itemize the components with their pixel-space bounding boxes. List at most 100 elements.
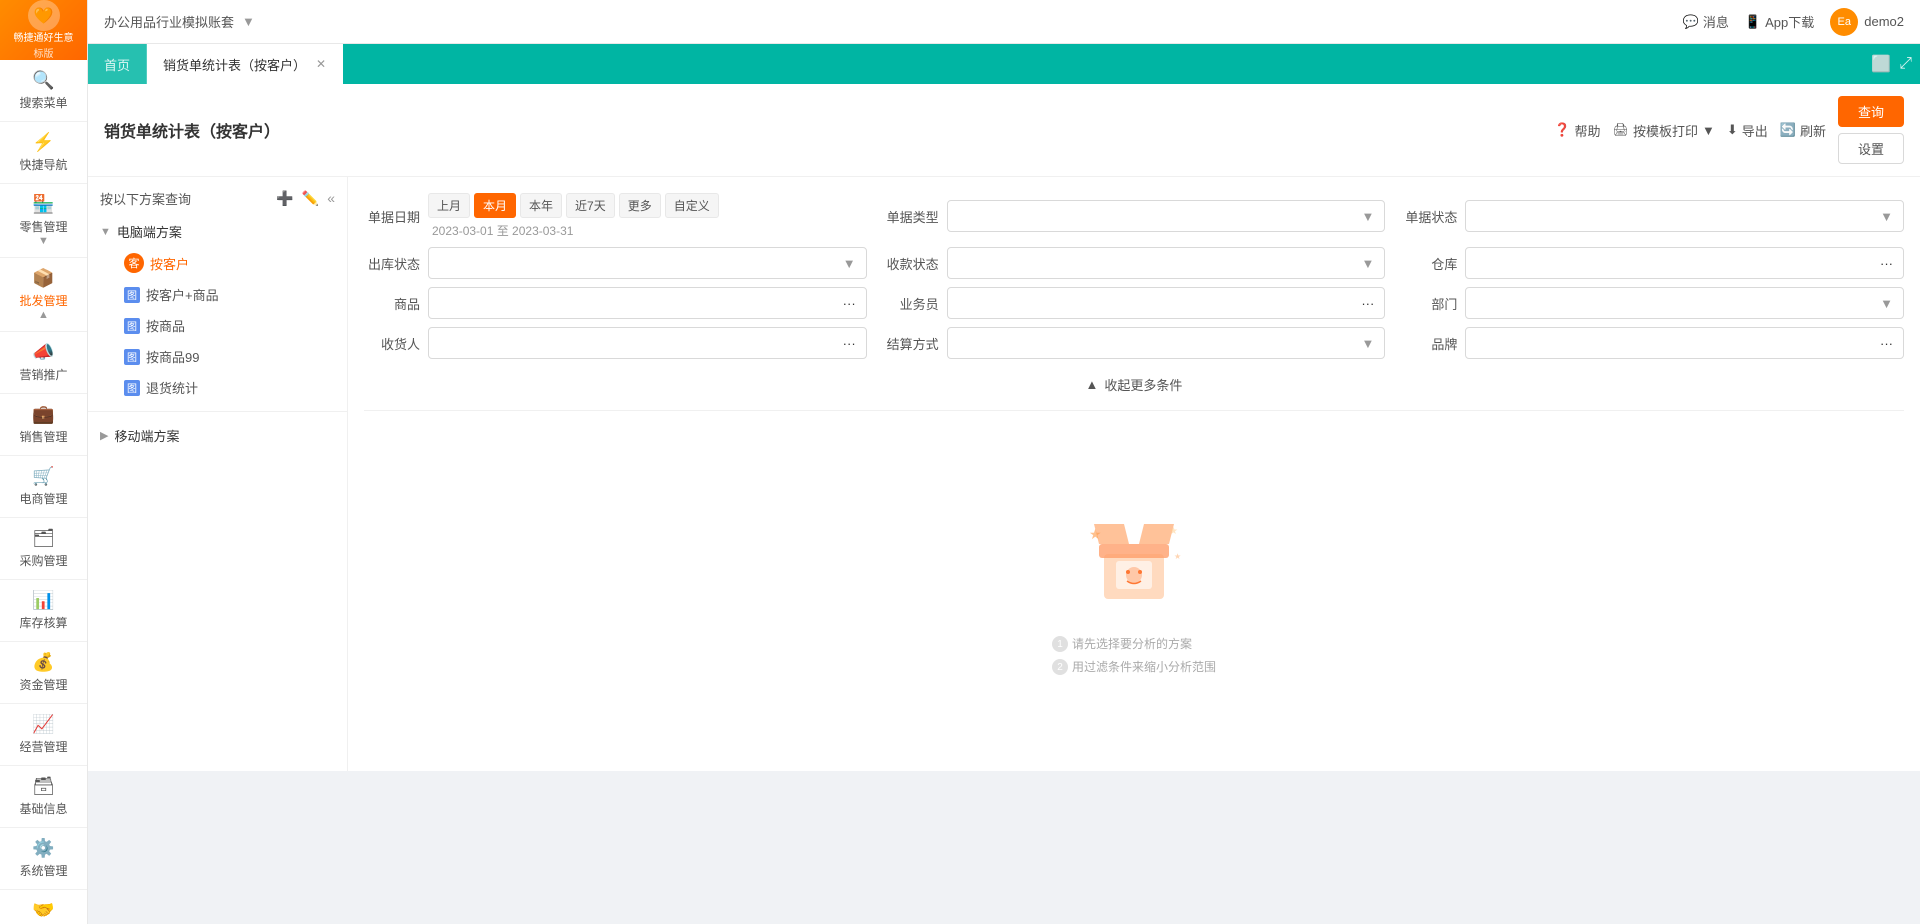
sidebar-item-purchase[interactable]: 🗂 采购管理 (0, 518, 88, 580)
avatar: Ea (1830, 8, 1858, 36)
status-control[interactable]: ▼ (1465, 200, 1904, 232)
tab-home[interactable]: 首页 (88, 44, 147, 84)
type-dropdown-icon: ▼ (1361, 209, 1374, 224)
warehouse-filter-item: 仓库 ··· (1401, 247, 1904, 279)
purchase-icon: 🗂 (32, 528, 55, 549)
tab-bar-actions: ⬜ ⤢ (1871, 54, 1920, 74)
svg-text:★: ★ (1089, 526, 1102, 542)
app-name: 畅捷通好生意 (14, 33, 74, 45)
sidebar-item-search[interactable]: 🔍 搜索菜单 (0, 60, 88, 122)
content-divider (364, 410, 1904, 411)
print-label: 按模板打印 (1633, 121, 1698, 140)
left-panel-action-group: ➕ ✏️ « (276, 190, 335, 207)
tab-bar: 首页 销货单统计表（按客户） ✕ ⬜ ⤢ (88, 44, 1920, 84)
sidebar-item-wholesale[interactable]: 📦 批发管理 ▲ (0, 258, 88, 332)
help-action[interactable]: ❓ 帮助 (1554, 121, 1600, 140)
collapse-panel-icon[interactable]: « (327, 190, 335, 207)
tab-home-label: 首页 (104, 55, 130, 74)
desktop-schemes-header: ▼ 电脑端方案 (88, 216, 347, 247)
retail-chevron: ▼ (38, 235, 49, 247)
avatar-text: Ea (1838, 16, 1851, 28)
sidebar: 🧡 畅捷通好生意 标版 🔍 搜索菜单 ⚡ 快捷导航 🏪 零售管理 ▼ 📦 批发管… (0, 0, 88, 924)
sidebar-item-marketing[interactable]: 📣 营销推广 (0, 332, 88, 394)
sidebar-item-retail[interactable]: 🏪 零售管理 ▼ (0, 184, 88, 258)
sidebar-item-operations[interactable]: 📈 经营管理 (0, 704, 88, 766)
sidebar-item-ecommerce[interactable]: 🛒 电商管理 (0, 456, 88, 518)
date-btn-lastmonth[interactable]: 上月 (428, 193, 470, 218)
app-logo: 🧡 畅捷通好生意 标版 (0, 0, 88, 60)
sidebar-item-sales[interactable]: 💼 销售管理 (0, 394, 88, 456)
goods-control[interactable]: ··· (428, 287, 867, 319)
type-control[interactable]: ▼ (947, 200, 1386, 232)
app-download-action[interactable]: 📱 App下载 (1745, 12, 1814, 31)
consignee-control[interactable]: ··· (428, 327, 867, 359)
marketing-icon: 📣 (32, 342, 54, 363)
svg-text:★: ★ (1174, 552, 1181, 561)
date-filter-item: 单据日期 上月 本月 本年 近7天 更多 自定义 20 (364, 193, 867, 239)
finance-icon: 💰 (32, 652, 54, 673)
department-filter-item: 部门 ▼ (1401, 287, 1904, 319)
empty-state: ★ ★ ★ 1 请先选择要分析的方案 2 (364, 419, 1904, 755)
date-btn-7days[interactable]: 近7天 (566, 193, 615, 218)
payment-control[interactable]: ▼ (947, 247, 1386, 279)
shipment-control[interactable]: ▼ (428, 247, 867, 279)
refresh-action[interactable]: 🔄 刷新 (1780, 121, 1826, 140)
collapse-up-icon: ▲ (1086, 377, 1099, 392)
department-control[interactable]: ▼ (1465, 287, 1904, 319)
message-action[interactable]: 💬 消息 (1683, 12, 1729, 31)
tab-sales-label: 销货单统计表（按客户） (163, 55, 306, 74)
export-action[interactable]: ⬇ 导出 (1727, 121, 1768, 140)
left-panel: 按以下方案查询 ➕ ✏️ « ▼ 电脑端方案 客 按客 (88, 177, 348, 771)
add-scheme-icon[interactable]: ➕ (276, 190, 293, 207)
scheme-by-goods-99[interactable]: 图 按商品99 (88, 341, 347, 372)
date-btn-thisyear[interactable]: 本年 (520, 193, 562, 218)
empty-hints: 1 请先选择要分析的方案 2 用过滤条件来缩小分析范围 (1052, 635, 1216, 675)
tab-sales-report[interactable]: 销货单统计表（按客户） ✕ (147, 44, 343, 84)
sidebar-item-basics[interactable]: 🗃 基础信息 (0, 766, 88, 828)
page-title: 销货单统计表（按客户） (104, 118, 280, 142)
tab-minimize-icon[interactable]: ⬜ (1871, 54, 1891, 74)
svg-text:★: ★ (1169, 526, 1178, 537)
sidebar-item-enterprise[interactable]: 🤝 企业协同 (0, 890, 88, 924)
tab-close-icon[interactable]: ✕ (316, 57, 326, 71)
scheme-label-return: 退货统计 (146, 378, 198, 397)
settings-button[interactable]: 设置 (1838, 133, 1904, 164)
settlement-control[interactable]: ▼ (947, 327, 1386, 359)
sidebar-item-system[interactable]: ⚙️ 系统管理 (0, 828, 88, 890)
scheme-by-goods[interactable]: 图 按商品 (88, 310, 347, 341)
brand-control[interactable]: ··· (1465, 327, 1904, 359)
desktop-schemes-label: 电脑端方案 (117, 222, 182, 241)
sidebar-item-quicknav[interactable]: ⚡ 快捷导航 (0, 122, 88, 184)
scheme-return-stats[interactable]: 图 退货统计 (88, 372, 347, 403)
type-filter-item: 单据类型 ▼ (883, 193, 1386, 239)
warehouse-control[interactable]: ··· (1465, 247, 1904, 279)
search-icon: 🔍 (32, 70, 54, 91)
goods-filter-item: 商品 ··· (364, 287, 867, 319)
consignee-label: 收货人 (364, 334, 420, 353)
scheme-icon-return: 图 (124, 380, 140, 396)
print-action[interactable]: 🖨 按模板打印 ▼ (1612, 121, 1714, 140)
user-area[interactable]: Ea demo2 (1830, 8, 1904, 36)
consignee-dots: ··· (843, 336, 856, 351)
date-btn-custom[interactable]: 自定义 (665, 193, 719, 218)
consignee-filter-item: 收货人 ··· (364, 327, 867, 359)
breadcrumb-text: 办公用品行业模拟账套 (104, 12, 234, 31)
date-control-group: 上月 本月 本年 近7天 更多 自定义 2023-03-01 至 2023-03… (428, 193, 867, 239)
scheme-by-customer[interactable]: 客 按客户 (88, 247, 347, 279)
breadcrumb-dropdown-icon[interactable]: ▼ (242, 14, 255, 29)
scheme-by-customer-goods[interactable]: 图 按客户+商品 (88, 279, 347, 310)
status-label: 单据状态 (1401, 207, 1457, 226)
edit-scheme-icon[interactable]: ✏️ (302, 190, 319, 207)
hint-num-1: 1 (1052, 636, 1068, 652)
salesperson-control[interactable]: ··· (947, 287, 1386, 319)
main-area: 办公用品行业模拟账套 ▼ 💬 消息 📱 App下载 Ea demo2 首页 (88, 0, 1920, 924)
tab-maximize-icon[interactable]: ⤢ (1899, 55, 1912, 73)
query-button[interactable]: 查询 (1838, 96, 1904, 127)
shipment-filter-item: 出库状态 ▼ (364, 247, 867, 279)
date-btn-more[interactable]: 更多 (619, 193, 661, 218)
date-btn-thismonth[interactable]: 本月 (474, 193, 516, 218)
sidebar-item-finance[interactable]: 💰 资金管理 (0, 642, 88, 704)
sidebar-item-inventory[interactable]: 📊 库存核算 (0, 580, 88, 642)
collapse-button[interactable]: ▲ 收起更多条件 (1086, 367, 1183, 402)
scheme-label-goods: 按商品 (146, 316, 185, 335)
